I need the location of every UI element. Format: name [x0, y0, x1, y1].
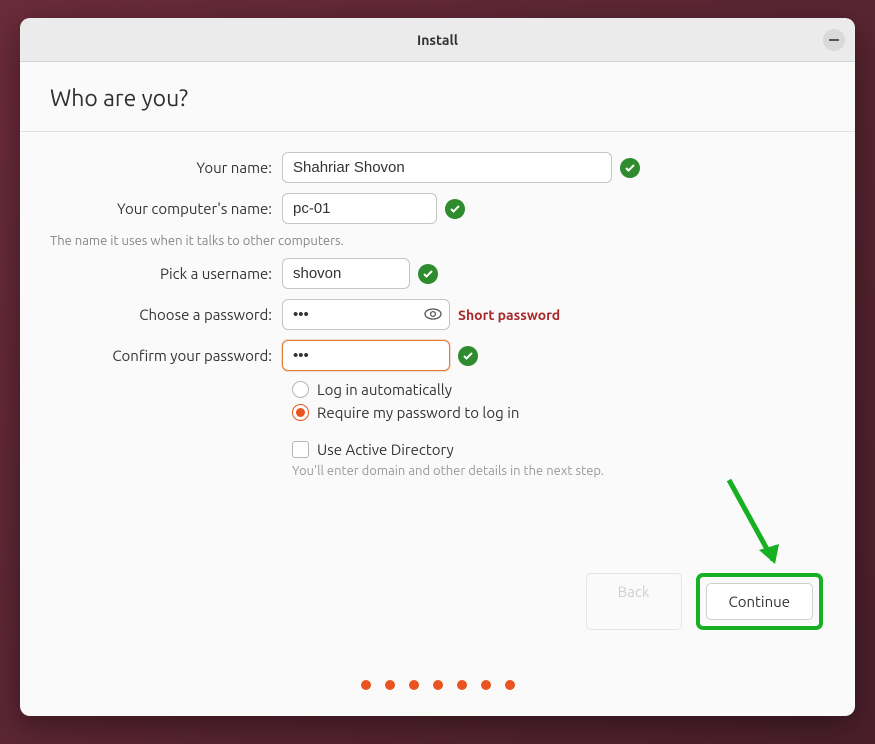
installer-window: Install Who are you? Your name: Your com…: [20, 18, 855, 716]
name-input[interactable]: [282, 152, 612, 183]
login-require-label: Require my password to log in: [317, 404, 519, 421]
progress-dot: [409, 680, 419, 690]
password-label: Choose a password:: [50, 299, 282, 323]
progress-dot: [481, 680, 491, 690]
radio-icon: [292, 381, 309, 398]
username-input[interactable]: [282, 258, 410, 289]
continue-highlight: Continue: [696, 573, 823, 630]
confirm-label: Confirm your password:: [50, 340, 282, 364]
minimize-button[interactable]: [823, 29, 845, 51]
progress-dot: [361, 680, 371, 690]
computer-helper-text: The name it uses when it talks to other …: [50, 234, 825, 248]
titlebar: Install: [20, 18, 855, 62]
password-strength-label: Short password: [458, 307, 560, 323]
annotation-arrow-icon: [721, 474, 791, 584]
checkmark-icon: [445, 199, 465, 219]
login-auto-label: Log in automatically: [317, 381, 452, 398]
checkmark-icon: [458, 346, 478, 366]
radio-icon: [292, 404, 309, 421]
computer-label: Your computer's name:: [50, 193, 282, 217]
progress-dots: [20, 680, 855, 690]
login-auto-option[interactable]: Log in automatically: [292, 381, 825, 398]
active-directory-label: Use Active Directory: [317, 441, 454, 458]
computer-name-input[interactable]: [282, 193, 437, 224]
window-title: Install: [417, 32, 458, 48]
progress-dot: [433, 680, 443, 690]
back-button: Back: [586, 573, 682, 630]
content-area: Who are you? Your name: Your computer's …: [20, 62, 855, 716]
minimize-icon: [829, 39, 839, 41]
login-require-option[interactable]: Require my password to log in: [292, 404, 825, 421]
active-directory-helper: You'll enter domain and other details in…: [292, 464, 825, 478]
active-directory-option[interactable]: Use Active Directory: [292, 441, 825, 458]
page-title: Who are you?: [20, 62, 855, 132]
footer-buttons: Back Continue: [586, 573, 823, 630]
user-form: Your name: Your computer's name: The: [20, 132, 855, 488]
checkmark-icon: [418, 264, 438, 284]
username-label: Pick a username:: [50, 258, 282, 282]
progress-dot: [457, 680, 467, 690]
continue-button[interactable]: Continue: [706, 583, 813, 620]
checkmark-icon: [620, 158, 640, 178]
checkbox-icon: [292, 441, 309, 458]
progress-dot: [385, 680, 395, 690]
progress-dot: [505, 680, 515, 690]
name-label: Your name:: [50, 152, 282, 176]
confirm-password-input[interactable]: [282, 340, 450, 371]
show-password-icon[interactable]: [424, 306, 442, 324]
